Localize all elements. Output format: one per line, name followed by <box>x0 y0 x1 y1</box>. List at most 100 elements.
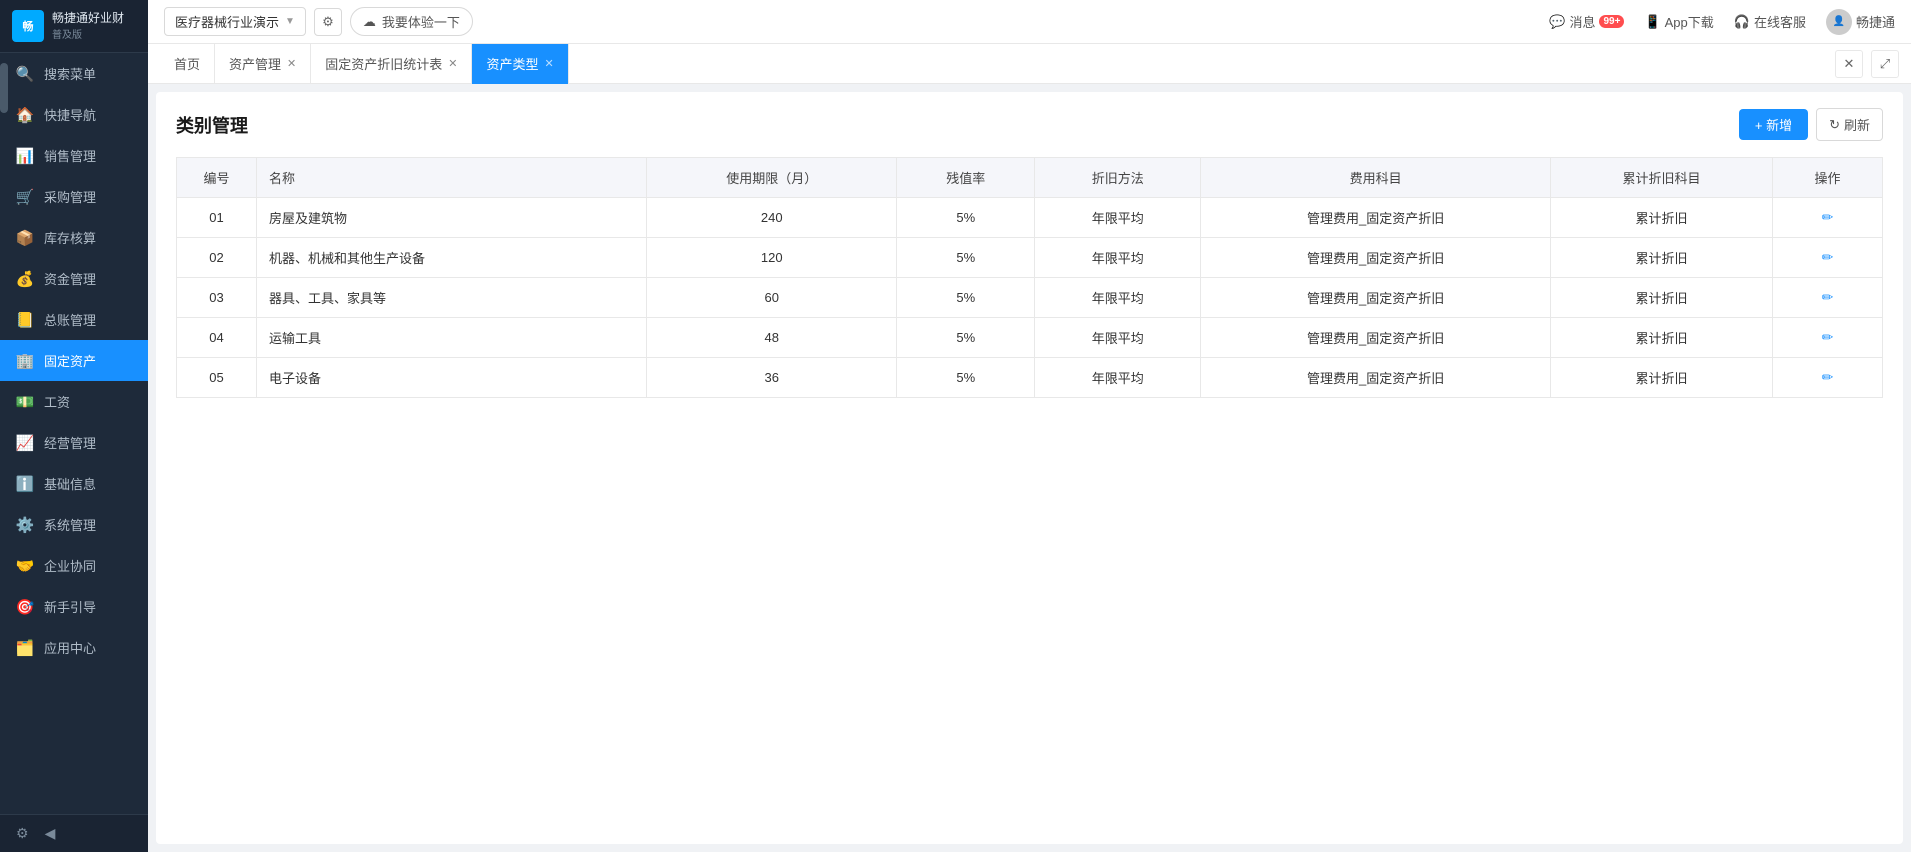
col-header-accumulated: 累计折旧科目 <box>1550 158 1772 198</box>
cell-id: 02 <box>177 238 257 278</box>
tabbar: 首页 资产管理 ✕ 固定资产折旧统计表 ✕ 资产类型 ✕ ✕ ⤢ <box>148 44 1911 84</box>
refresh-label: 刷新 <box>1844 115 1870 134</box>
sidebar-item-basic[interactable]: ℹ️ 基础信息 <box>0 463 148 504</box>
sidebar-item-salary[interactable]: 💵 工资 <box>0 381 148 422</box>
operations-icon: 📈 <box>16 434 34 452</box>
logo-text-block: 畅捷通好业财 普及版 <box>52 11 124 42</box>
tab-depreciation-table[interactable]: 固定资产折旧统计表 ✕ <box>311 44 472 84</box>
cell-action: ✏ <box>1773 198 1883 238</box>
sidebar-item-purchase[interactable]: 🛒 采购管理 <box>0 176 148 217</box>
app-download-action[interactable]: 📱 App下载 <box>1644 12 1713 31</box>
tab-asset-type-label: 资产类型 <box>486 54 538 73</box>
cell-id: 01 <box>177 198 257 238</box>
sidebar-item-apps[interactable]: 🗂️ 应用中心 <box>0 627 148 668</box>
project-selector[interactable]: 医疗器械行业演示 ▼ <box>164 7 306 36</box>
tab-depreciation-table-label: 固定资产折旧统计表 <box>325 54 442 73</box>
cell-accumulated-subject[interactable]: 累计折旧 <box>1550 358 1772 398</box>
edit-icon[interactable]: ✏ <box>1822 369 1834 385</box>
user-avatar: 👤 <box>1826 9 1852 35</box>
cell-accumulated-subject[interactable]: 累计折旧 <box>1550 318 1772 358</box>
cell-expense-subject[interactable]: 管理费用_固定资产折旧 <box>1201 358 1551 398</box>
edit-icon[interactable]: ✏ <box>1822 329 1834 345</box>
logo-sub: 普及版 <box>52 26 124 41</box>
tab-asset-management[interactable]: 资产管理 ✕ <box>215 44 311 84</box>
cell-expense-subject[interactable]: 管理费用_固定资产折旧 <box>1201 278 1551 318</box>
cell-method: 年限平均 <box>1035 318 1201 358</box>
cell-action: ✏ <box>1773 358 1883 398</box>
sidebar-item-capital[interactable]: 💰 资金管理 <box>0 258 148 299</box>
cell-residual-rate: 5% <box>897 358 1035 398</box>
cell-accumulated-subject[interactable]: 累计折旧 <box>1550 238 1772 278</box>
topbar: 医疗器械行业演示 ▼ ⚙ ☁ 我要体验一下 💬 消息 99+ 📱 App下载 🎧… <box>148 0 1911 44</box>
cell-period: 120 <box>647 238 897 278</box>
fixed-icon: 🏢 <box>16 352 34 370</box>
basic-label: 基础信息 <box>44 474 96 493</box>
cell-accumulated-subject[interactable]: 累计折旧 <box>1550 198 1772 238</box>
capital-icon: 💰 <box>16 270 34 288</box>
quicknav-label: 快捷导航 <box>44 105 96 124</box>
cell-expense-subject[interactable]: 管理费用_固定资产折旧 <box>1201 238 1551 278</box>
apps-icon: 🗂️ <box>16 639 34 657</box>
sidebar-logo: 畅 畅捷通好业财 普及版 <box>0 0 148 53</box>
sidebar-item-collab[interactable]: 🤝 企业协同 <box>0 545 148 586</box>
sidebar-item-quicknav[interactable]: 🏠 快捷导航 <box>0 94 148 135</box>
quicknav-icon: 🏠 <box>16 106 34 124</box>
message-action[interactable]: 💬 消息 99+ <box>1549 12 1624 31</box>
page-content: 类别管理 + 新增 ↻ 刷新 编号 名称 使用期限（月） 残值率 折旧方法 费用… <box>156 92 1903 844</box>
cell-action: ✏ <box>1773 238 1883 278</box>
cell-name: 机器、机械和其他生产设备 <box>257 238 647 278</box>
app-download-label: App下载 <box>1665 12 1714 31</box>
topbar-left: 医疗器械行业演示 ▼ ⚙ ☁ 我要体验一下 <box>164 7 1537 36</box>
tab-home[interactable]: 首页 <box>160 44 215 84</box>
apps-label: 应用中心 <box>44 638 96 657</box>
cell-expense-subject[interactable]: 管理费用_固定资产折旧 <box>1201 318 1551 358</box>
sidebar-item-search[interactable]: 🔍 搜索菜单 <box>0 53 148 94</box>
experience-label: 我要体验一下 <box>382 12 460 31</box>
cell-accumulated-subject[interactable]: 累计折旧 <box>1550 278 1772 318</box>
edit-icon[interactable]: ✏ <box>1822 249 1834 265</box>
page-title: 类别管理 <box>176 112 248 138</box>
tab-close-window-button[interactable]: ✕ <box>1835 50 1863 78</box>
salary-label: 工资 <box>44 392 70 411</box>
topbar-settings-button[interactable]: ⚙ <box>314 8 342 36</box>
cell-residual-rate: 5% <box>897 278 1035 318</box>
cell-action: ✏ <box>1773 278 1883 318</box>
sidebar-item-sales[interactable]: 📊 销售管理 <box>0 135 148 176</box>
sidebar-item-operations[interactable]: 📈 经营管理 <box>0 422 148 463</box>
tab-expand-button[interactable]: ⤢ <box>1871 50 1899 78</box>
sidebar-item-ledger[interactable]: 📒 总账管理 <box>0 299 148 340</box>
edit-icon[interactable]: ✏ <box>1822 209 1834 225</box>
new-button[interactable]: + 新增 <box>1739 109 1808 140</box>
customer-service-action[interactable]: 🎧 在线客服 <box>1734 12 1806 31</box>
tab-depreciation-close-icon[interactable]: ✕ <box>448 57 457 70</box>
tab-asset-management-close-icon[interactable]: ✕ <box>287 57 296 70</box>
tab-home-label: 首页 <box>174 54 200 73</box>
customer-service-icon: 🎧 <box>1734 14 1750 30</box>
col-header-expense: 费用科目 <box>1201 158 1551 198</box>
customer-service-label: 在线客服 <box>1754 12 1806 31</box>
tab-asset-type-close-icon[interactable]: ✕ <box>545 57 554 70</box>
experience-button[interactable]: ☁ 我要体验一下 <box>350 7 473 36</box>
message-badge: 99+ <box>1599 15 1624 28</box>
collapse-footer-icon[interactable]: ◀ <box>45 825 56 842</box>
refresh-button[interactable]: ↻ 刷新 <box>1816 108 1883 141</box>
sidebar-nav: 🔍 搜索菜单 🏠 快捷导航 📊 销售管理 🛒 采购管理 📦 库存核算 💰 资金管… <box>0 53 148 814</box>
sidebar-item-guide[interactable]: 🎯 新手引导 <box>0 586 148 627</box>
table-row: 04 运输工具 48 5% 年限平均 管理费用_固定资产折旧 累计折旧 ✏ <box>177 318 1883 358</box>
cell-period: 48 <box>647 318 897 358</box>
edit-icon[interactable]: ✏ <box>1822 289 1834 305</box>
cell-expense-subject[interactable]: 管理费用_固定资产折旧 <box>1201 198 1551 238</box>
inventory-label: 库存核算 <box>44 228 96 247</box>
settings-footer-icon[interactable]: ⚙ <box>16 825 29 842</box>
sidebar-item-fixed[interactable]: 🏢 固定资产 <box>0 340 148 381</box>
capital-label: 资金管理 <box>44 269 96 288</box>
sidebar-item-inventory[interactable]: 📦 库存核算 <box>0 217 148 258</box>
sidebar: 畅 畅捷通好业财 普及版 🔍 搜索菜单 🏠 快捷导航 📊 销售管理 🛒 采购管理… <box>0 0 148 852</box>
search-label: 搜索菜单 <box>44 64 96 83</box>
fixed-label: 固定资产 <box>44 351 96 370</box>
tab-asset-type[interactable]: 资产类型 ✕ <box>472 44 568 84</box>
user-action[interactable]: 👤 畅捷通 <box>1826 9 1895 35</box>
message-label: 消息 <box>1569 12 1595 31</box>
sidebar-item-system[interactable]: ⚙️ 系统管理 <box>0 504 148 545</box>
col-header-residual: 残值率 <box>897 158 1035 198</box>
